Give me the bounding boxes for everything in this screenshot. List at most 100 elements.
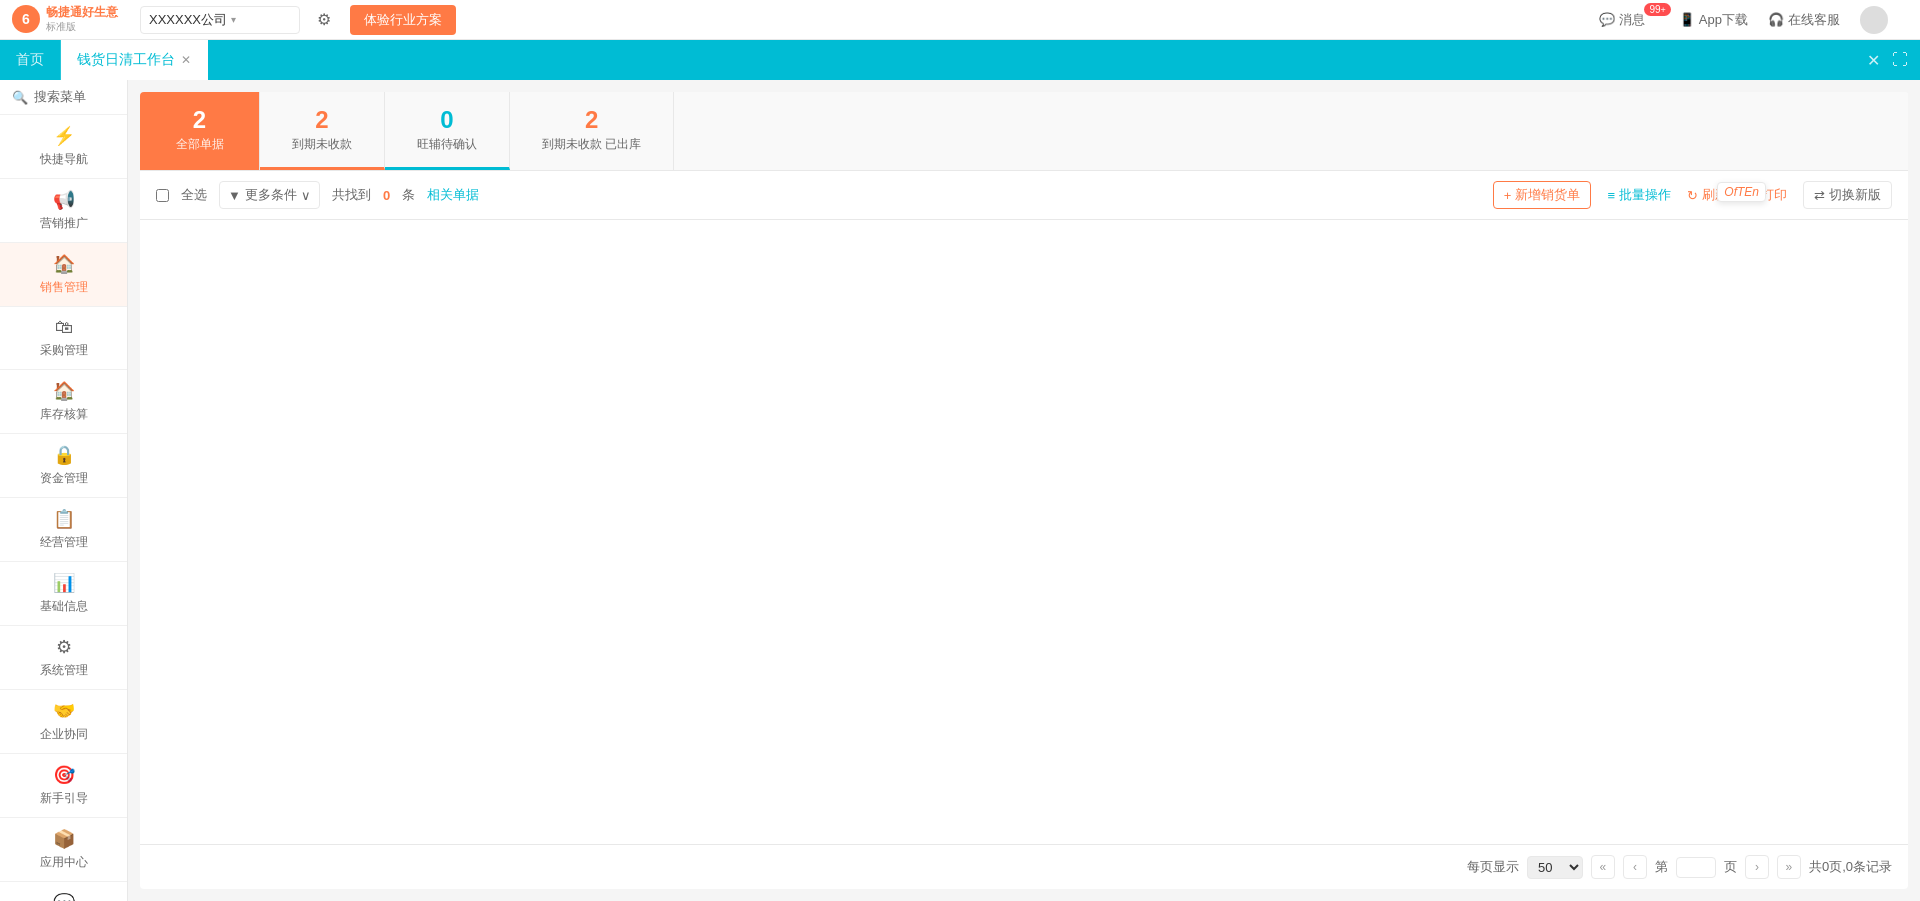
sidebar: 🔍 搜索菜单 ⚡ 快捷导航 📢 营销推广 🏠 销售管理 🛍 采购管理 🏠 库存核… <box>0 80 128 901</box>
often-badge: OfTEn <box>1717 182 1766 202</box>
current-page-input[interactable]: 1 <box>1676 857 1716 878</box>
filter-button[interactable]: ▼ 更多条件 ∨ <box>219 181 320 209</box>
page-suffix: 页 <box>1724 858 1737 876</box>
related-link[interactable]: 相关单据 <box>427 186 479 204</box>
per-page-select[interactable]: 50 100 200 <box>1527 856 1583 879</box>
tab-close-window-icon[interactable]: ✕ <box>1867 51 1880 70</box>
tab-home[interactable]: 首页 <box>0 40 61 80</box>
summary-label-pending: 旺辅待确认 <box>417 136 477 153</box>
switch-version-button[interactable]: ⇄ 切换新版 <box>1803 181 1892 209</box>
inventory-icon: 🏠 <box>53 380 75 402</box>
online-service-label: 在线客服 <box>1788 11 1840 29</box>
table-area <box>140 220 1908 844</box>
sidebar-item-label: 采购管理 <box>40 342 88 359</box>
notification-label: 消息 <box>1619 11 1645 29</box>
sidebar-item-label: 系统管理 <box>40 662 88 679</box>
trial-button[interactable]: 体验行业方案 <box>350 5 456 35</box>
search-label: 搜索菜单 <box>34 88 86 106</box>
sidebar-item-inventory[interactable]: 🏠 库存核算 <box>0 370 127 434</box>
notification-badge: 99 <box>1644 3 1670 16</box>
company-selector[interactable]: XXXXXX公司 ▾ <box>140 6 300 34</box>
app-download-icon: 📱 <box>1679 12 1695 27</box>
filter-icon: ▼ <box>228 188 241 203</box>
notification-item[interactable]: 💬 消息 99 <box>1599 11 1659 29</box>
summary-card-overdue[interactable]: 2 到期未收款 <box>260 92 385 170</box>
found-unit: 条 <box>402 186 415 204</box>
add-sale-order-button[interactable]: + 新增销货单 <box>1493 181 1592 209</box>
tab-work-bench[interactable]: 钱货日清工作台 ✕ <box>61 40 208 80</box>
sidebar-item-label: 快捷导航 <box>40 151 88 168</box>
refresh-icon: ↻ <box>1687 188 1698 203</box>
summary-num-shipped: 2 <box>585 106 598 134</box>
app-version: 标准版 <box>46 20 118 34</box>
sidebar-item-quick-nav[interactable]: ⚡ 快捷导航 <box>0 115 127 179</box>
sidebar-item-purchase[interactable]: 🛍 采购管理 <box>0 307 127 370</box>
content-inner: 2 全部单据 2 到期未收款 0 旺辅待确认 2 到期未收款 已出库 <box>140 92 1908 889</box>
sidebar-item-label: 营销推广 <box>40 215 88 232</box>
corp-wechat-icon: 💬 <box>53 892 75 901</box>
sidebar-item-system[interactable]: ⚙ 系统管理 <box>0 626 127 690</box>
sidebar-item-label: 应用中心 <box>40 854 88 871</box>
last-page-button[interactable]: » <box>1777 855 1801 879</box>
sidebar-item-corp-coop[interactable]: 🤝 企业协同 <box>0 690 127 754</box>
filter-label: 更多条件 <box>245 186 297 204</box>
company-dropdown-arrow: ▾ <box>231 14 236 25</box>
summary-card-pending[interactable]: 0 旺辅待确认 <box>385 92 510 170</box>
summary-label-overdue: 到期未收款 <box>292 136 352 153</box>
pagination: 每页显示 50 100 200 « ‹ 第 1 页 › » 共0页,0条记录 <box>140 844 1908 889</box>
summary-card-shipped[interactable]: 2 到期未收款 已出库 <box>510 92 674 170</box>
headset-icon: 🎧 <box>1768 12 1784 27</box>
sidebar-item-sales[interactable]: 🏠 销售管理 <box>0 243 127 307</box>
summary-label-all: 全部单据 <box>176 136 224 153</box>
sidebar-search[interactable]: 🔍 搜索菜单 <box>0 80 127 115</box>
tab-home-label: 首页 <box>16 51 44 69</box>
sidebar-item-guide[interactable]: 🎯 新手引导 <box>0 754 127 818</box>
content-area: 2 全部单据 2 到期未收款 0 旺辅待确认 2 到期未收款 已出库 <box>128 80 1920 901</box>
summary-bar: 2 全部单据 2 到期未收款 0 旺辅待确认 2 到期未收款 已出库 <box>140 92 1908 171</box>
batch-icon: ≡ <box>1607 188 1615 203</box>
app-download-item[interactable]: 📱 App下载 <box>1679 11 1748 29</box>
page-label: 第 <box>1655 858 1668 876</box>
plus-icon: + <box>1504 188 1512 203</box>
corp-coop-icon: 🤝 <box>53 700 75 722</box>
first-page-button[interactable]: « <box>1591 855 1615 879</box>
quick-nav-icon: ⚡ <box>53 125 75 147</box>
found-prefix: 共找到 <box>332 186 371 204</box>
prev-page-button[interactable]: ‹ <box>1623 855 1647 879</box>
finance-icon: 🔒 <box>53 444 75 466</box>
batch-label: 批量操作 <box>1619 186 1671 204</box>
logo-area: 6 畅捷通好生意 标准版 <box>12 5 140 33</box>
tab-close-icon[interactable]: ✕ <box>181 53 191 67</box>
sidebar-item-corp-wechat[interactable]: 💬 企业微信 <box>0 882 127 901</box>
main-layout: 🔍 搜索菜单 ⚡ 快捷导航 📢 营销推广 🏠 销售管理 🛍 采购管理 🏠 库存核… <box>0 80 1920 901</box>
app-download-label: App下载 <box>1699 11 1748 29</box>
sidebar-item-finance[interactable]: 🔒 资金管理 <box>0 434 127 498</box>
select-all-label: 全选 <box>181 186 207 204</box>
tab-workbench-label: 钱货日清工作台 <box>77 51 175 69</box>
sales-icon: 🏠 <box>53 253 75 275</box>
sidebar-item-marketing[interactable]: 📢 营销推广 <box>0 179 127 243</box>
sidebar-item-label: 销售管理 <box>40 279 88 296</box>
company-name: XXXXXX公司 <box>149 11 227 29</box>
tab-expand-icon[interactable]: ⛶ <box>1892 51 1908 69</box>
add-btn-label: 新增销货单 <box>1515 186 1580 204</box>
next-page-button[interactable]: › <box>1745 855 1769 879</box>
found-count: 0 <box>383 188 390 203</box>
online-service-item[interactable]: 🎧 在线客服 <box>1768 11 1840 29</box>
app-logo-icon: 6 <box>12 5 40 33</box>
summary-num-overdue: 2 <box>315 106 328 134</box>
settings-button[interactable]: ⚙ <box>308 4 340 36</box>
batch-operation-button[interactable]: ≡ 批量操作 <box>1607 186 1671 204</box>
app-name: 畅捷通好生意 <box>46 5 118 19</box>
user-avatar[interactable] <box>1860 6 1888 34</box>
toolbar: 全选 ▼ 更多条件 ∨ 共找到 0 条 相关单据 + 新增销货单 ≡ <box>140 171 1908 220</box>
message-icon: 💬 <box>1599 12 1615 27</box>
base-info-icon: 📊 <box>53 572 75 594</box>
sidebar-item-base-info[interactable]: 📊 基础信息 <box>0 562 127 626</box>
switch-icon: ⇄ <box>1814 188 1825 203</box>
sidebar-item-app-center[interactable]: 📦 应用中心 <box>0 818 127 882</box>
select-all-checkbox[interactable] <box>156 189 169 202</box>
sidebar-item-operations[interactable]: 📋 经营管理 <box>0 498 127 562</box>
sidebar-item-label: 基础信息 <box>40 598 88 615</box>
summary-card-all[interactable]: 2 全部单据 <box>140 92 260 170</box>
